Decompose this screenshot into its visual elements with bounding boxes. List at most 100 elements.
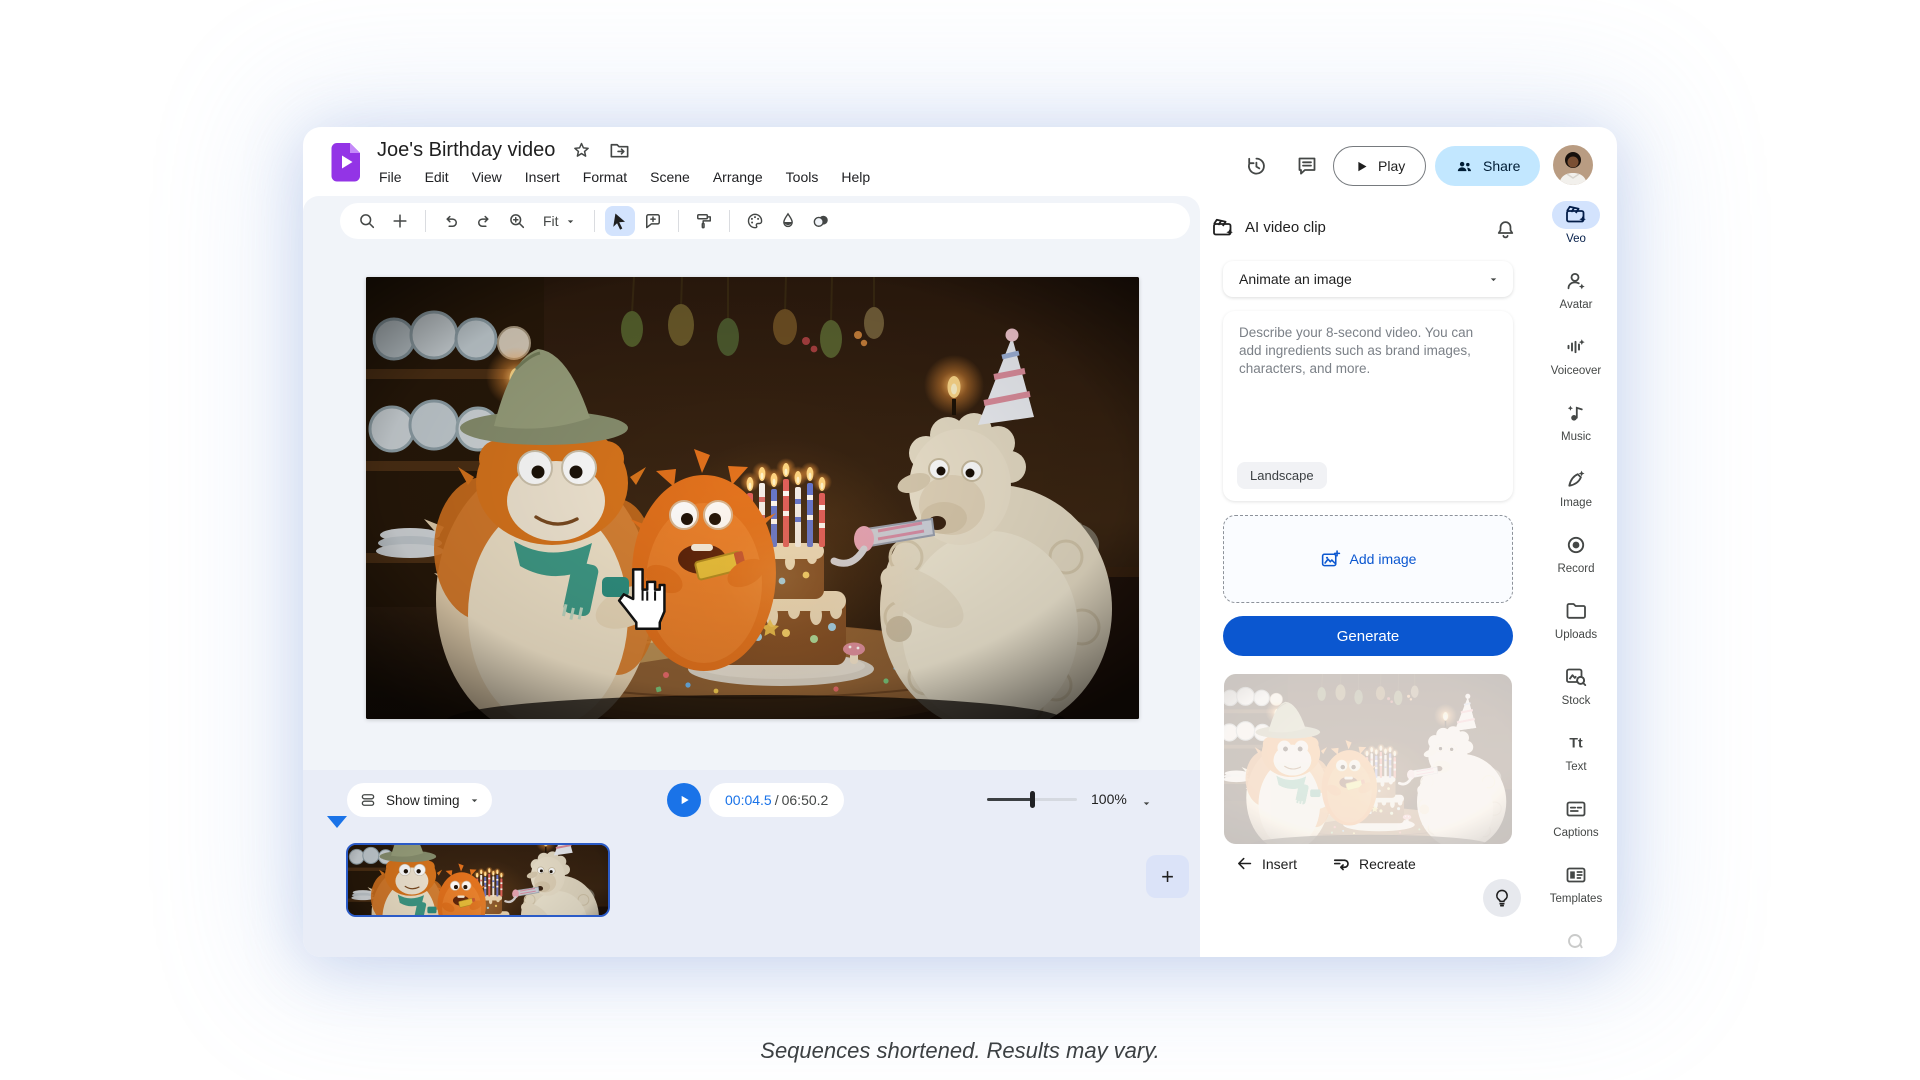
slider-thumb[interactable] xyxy=(1030,791,1035,808)
timing-icon xyxy=(359,791,377,809)
add-image-icon xyxy=(1320,549,1341,570)
add-scene-button[interactable]: + xyxy=(1146,855,1189,898)
sidebar-item-avatar[interactable]: Avatar xyxy=(1537,267,1615,333)
insert-button[interactable]: Insert xyxy=(1235,854,1297,873)
menu-view[interactable]: View xyxy=(472,169,502,185)
version-history-icon[interactable] xyxy=(1244,154,1268,178)
menu-format[interactable]: Format xyxy=(583,169,627,185)
timeline-strip: Show timing 00:04.5 / 06:50.2 xyxy=(303,770,1200,957)
scene-thumbnail-art xyxy=(348,845,608,915)
tips-lightbulb-button[interactable] xyxy=(1483,879,1521,917)
total-duration: 06:50.2 xyxy=(782,792,829,808)
sidebar-item-image[interactable]: Image xyxy=(1537,465,1615,531)
play-button-label: Play xyxy=(1378,158,1405,174)
sidebar-item-text[interactable]: Tt Text xyxy=(1537,729,1615,795)
share-button[interactable]: Share xyxy=(1435,146,1540,186)
redo-icon[interactable] xyxy=(469,206,499,236)
add-image-button[interactable]: Add image xyxy=(1223,515,1513,603)
move-to-folder-icon[interactable] xyxy=(607,138,631,162)
paint-format-icon[interactable] xyxy=(689,206,719,236)
sidebar-label: Music xyxy=(1561,431,1591,443)
fit-zoom-label: Fit xyxy=(543,213,559,229)
sidebar-item-uploads[interactable]: Uploads xyxy=(1537,597,1615,663)
account-avatar[interactable] xyxy=(1553,145,1593,185)
mode-dropdown[interactable]: Animate an image xyxy=(1223,261,1513,297)
scene-art xyxy=(366,277,1139,719)
show-timing-dropdown[interactable]: Show timing xyxy=(347,783,492,817)
menu-edit[interactable]: Edit xyxy=(425,169,449,185)
music-icon xyxy=(1552,399,1600,427)
video-canvas[interactable] xyxy=(366,277,1139,719)
tools-sidebar: Veo Avatar Voiceover xyxy=(1537,201,1615,995)
add-icon[interactable] xyxy=(385,206,415,236)
text-tool-icon: Tt xyxy=(1552,729,1600,757)
menu-bar: File Edit View Insert Format Scene Arran… xyxy=(379,169,870,185)
sidebar-item-captions[interactable]: Captions xyxy=(1537,795,1615,861)
sidebar-item-veo[interactable]: Veo xyxy=(1537,201,1615,267)
star-icon[interactable] xyxy=(569,138,593,162)
sidebar-item-stock[interactable]: Stock xyxy=(1537,663,1615,729)
generated-preview[interactable] xyxy=(1224,674,1512,844)
zoom-in-icon[interactable] xyxy=(502,206,532,236)
share-button-label: Share xyxy=(1483,158,1520,174)
play-button[interactable]: Play xyxy=(1333,146,1426,186)
transparency-icon[interactable] xyxy=(806,206,836,236)
sidebar-label: Avatar xyxy=(1559,299,1592,311)
select-tool-icon[interactable] xyxy=(605,206,635,236)
menu-tools[interactable]: Tools xyxy=(786,169,819,185)
undo-icon[interactable] xyxy=(436,206,466,236)
chevron-down-icon xyxy=(469,795,480,806)
comments-icon[interactable] xyxy=(1295,154,1319,178)
sidebar-label: Veo xyxy=(1566,233,1586,245)
sidebar-label: Voiceover xyxy=(1551,365,1602,377)
palette-icon[interactable] xyxy=(740,206,770,236)
slider-track-filled[interactable] xyxy=(987,798,1033,801)
recreate-button[interactable]: Recreate xyxy=(1331,854,1416,874)
toolbar-divider xyxy=(425,210,426,232)
sidebar-label: Stock xyxy=(1562,695,1591,707)
sidebar-label: Text xyxy=(1565,761,1586,773)
aspect-ratio-chip[interactable]: Landscape xyxy=(1237,462,1327,489)
avatar-image xyxy=(1553,145,1593,185)
menu-scene[interactable]: Scene xyxy=(650,169,690,185)
arrow-left-icon xyxy=(1235,854,1254,873)
generate-button[interactable]: Generate xyxy=(1223,616,1513,656)
sidebar-item-music[interactable]: Music xyxy=(1537,399,1615,465)
timecode-display: 00:04.5 / 06:50.2 xyxy=(709,783,844,817)
slider-track-empty[interactable] xyxy=(1033,798,1077,801)
fit-zoom-dropdown[interactable]: Fit xyxy=(535,206,584,236)
chevron-down-icon[interactable] xyxy=(1141,796,1152,814)
zoom-level-value[interactable]: 100% xyxy=(1091,791,1127,807)
document-title[interactable]: Joe's Birthday video xyxy=(377,139,555,162)
plus-glyph: + xyxy=(1161,864,1174,890)
sidebar-label: Record xyxy=(1557,563,1594,575)
scene-thumbnail[interactable] xyxy=(346,843,610,917)
sidebar-item-record[interactable]: Record xyxy=(1537,531,1615,597)
search-icon[interactable] xyxy=(352,206,382,236)
menu-file[interactable]: File xyxy=(379,169,402,185)
menu-arrange[interactable]: Arrange xyxy=(713,169,763,185)
sidebar-item-voiceover[interactable]: Voiceover xyxy=(1537,333,1615,399)
prompt-card: Landscape xyxy=(1223,311,1513,501)
time-separator: / xyxy=(775,792,779,808)
timeline-zoom-slider[interactable] xyxy=(987,784,1077,814)
veo-icon xyxy=(1552,201,1600,229)
timeline-play-button[interactable] xyxy=(667,783,701,817)
toolbar-divider xyxy=(678,210,679,232)
sidebar-item-templates[interactable]: Templates xyxy=(1537,861,1615,927)
add-comment-icon[interactable] xyxy=(638,206,668,236)
menu-insert[interactable]: Insert xyxy=(525,169,560,185)
prompt-input[interactable] xyxy=(1223,311,1513,439)
sidebar-item-partial[interactable] xyxy=(1537,929,1615,995)
ai-clip-icon xyxy=(1211,216,1235,240)
templates-icon xyxy=(1552,861,1600,889)
playhead-marker[interactable] xyxy=(327,816,347,838)
avatar-tool-icon xyxy=(1552,267,1600,295)
ink-fill-icon[interactable] xyxy=(773,206,803,236)
notifications-bell-icon[interactable] xyxy=(1493,217,1517,241)
show-timing-label: Show timing xyxy=(386,793,460,808)
vids-logo[interactable] xyxy=(331,142,361,182)
toolbar-divider xyxy=(729,210,730,232)
uploads-folder-icon xyxy=(1552,597,1600,625)
menu-help[interactable]: Help xyxy=(841,169,870,185)
